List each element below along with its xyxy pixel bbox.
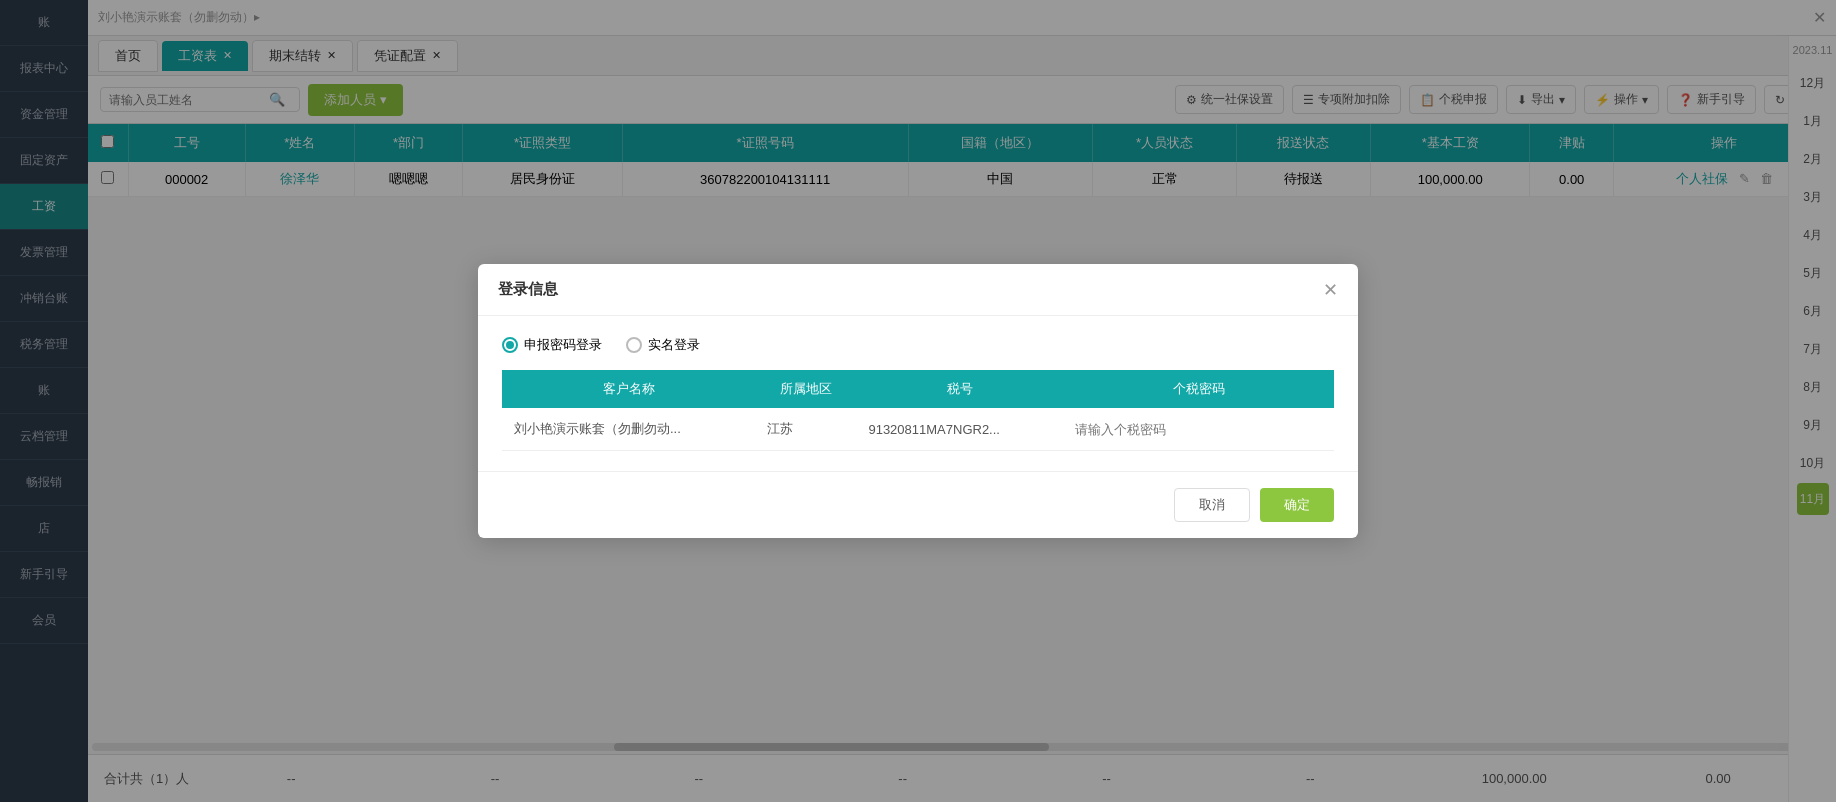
dialog-row-name: 刘小艳演示账套（勿删勿动... <box>502 408 755 451</box>
dialog-col-name: 客户名称 <box>502 370 755 408</box>
dialog-title: 登录信息 <box>498 280 558 299</box>
login-dialog: 登录信息 ✕ 申报密码登录 实名登录 客户名称 所属地区 税号 个税密码 <box>478 264 1358 538</box>
dialog-col-password: 个税密码 <box>1063 370 1334 408</box>
radio-password-circle <box>502 337 518 353</box>
radio-realname-circle <box>626 337 642 353</box>
dialog-close-button[interactable]: ✕ <box>1323 281 1338 299</box>
dialog-col-region: 所属地区 <box>755 370 856 408</box>
dialog-footer: 取消 确定 <box>478 471 1358 538</box>
dialog-row-region: 江苏 <box>755 408 856 451</box>
dialog-row-password[interactable] <box>1063 408 1334 451</box>
dialog-table: 客户名称 所属地区 税号 个税密码 刘小艳演示账套（勿删勿动... 江苏 913… <box>502 370 1334 451</box>
tax-password-input[interactable] <box>1075 422 1255 437</box>
radio-realname-login[interactable]: 实名登录 <box>626 336 700 354</box>
dialog-body: 申报密码登录 实名登录 客户名称 所属地区 税号 个税密码 刘小艳演示账套（勿删… <box>478 316 1358 471</box>
radio-password-login[interactable]: 申报密码登录 <box>502 336 602 354</box>
dialog-table-row: 刘小艳演示账套（勿删勿动... 江苏 91320811MA7NGR2... <box>502 408 1334 451</box>
confirm-button[interactable]: 确定 <box>1260 488 1334 522</box>
dialog-row-taxid: 91320811MA7NGR2... <box>856 408 1063 451</box>
dialog-col-taxid: 税号 <box>856 370 1063 408</box>
dialog-header: 登录信息 ✕ <box>478 264 1358 316</box>
cancel-button[interactable]: 取消 <box>1174 488 1250 522</box>
radio-group: 申报密码登录 实名登录 <box>502 336 1334 354</box>
dialog-table-header: 客户名称 所属地区 税号 个税密码 <box>502 370 1334 408</box>
